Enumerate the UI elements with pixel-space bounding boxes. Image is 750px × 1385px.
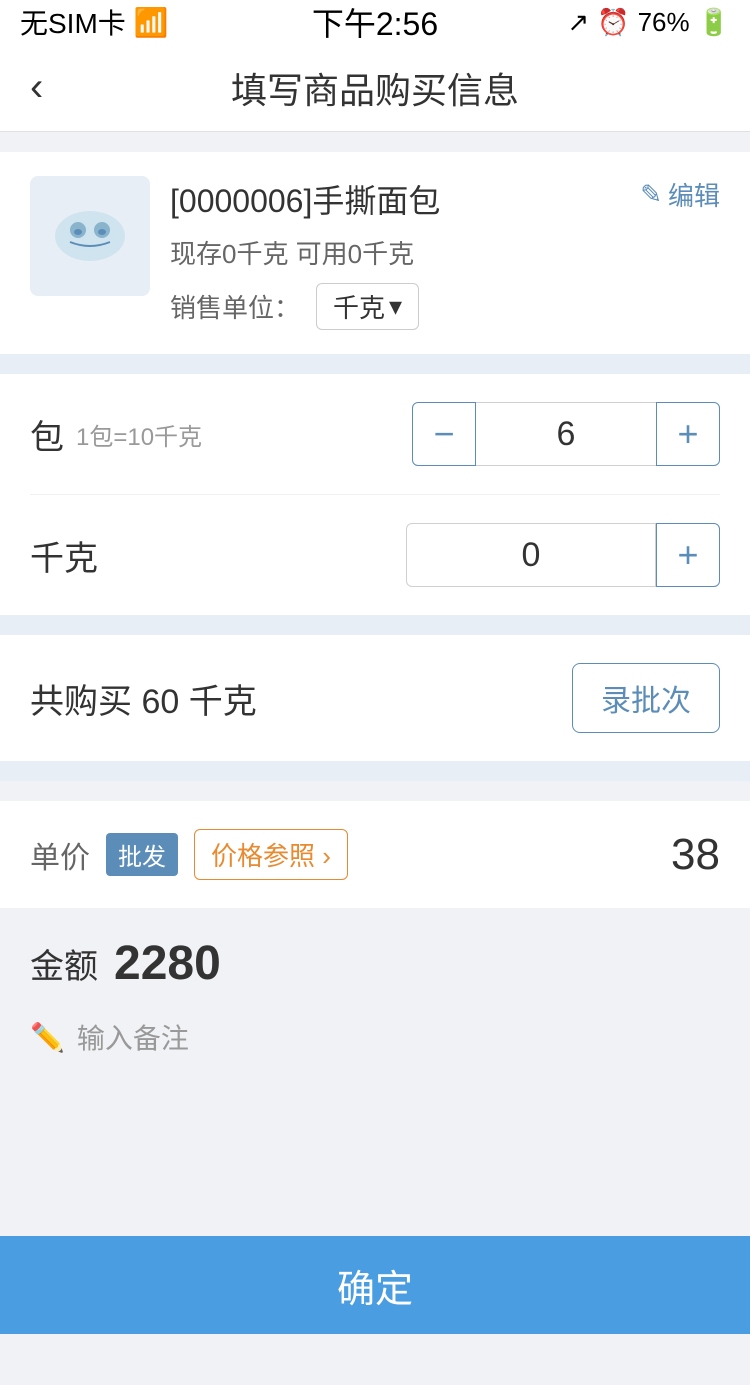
edit-button[interactable]: ✎ 编辑	[640, 176, 720, 213]
amount-label: 金额	[30, 939, 98, 988]
battery-text: 76%	[638, 7, 690, 38]
pack-label: 包	[30, 410, 64, 459]
kg-label: 千克	[30, 531, 98, 580]
carrier-text: 无SIM卡	[20, 2, 126, 42]
pack-input-row: 包 1包=10千克 − +	[30, 374, 720, 495]
total-text: 共购买 60 千克	[30, 674, 257, 723]
price-tag: 批发	[106, 833, 178, 876]
kg-stepper: +	[406, 523, 720, 587]
status-left: 无SIM卡 📶	[20, 2, 169, 42]
status-right: ↗ ⏰ 76% 🔋	[567, 7, 730, 38]
price-label: 单价	[30, 833, 90, 877]
pack-value-input[interactable]	[476, 402, 656, 466]
nav-title: 填写商品购买信息	[231, 62, 519, 114]
product-name: [0000006]手撕面包	[170, 176, 720, 222]
bottom-area	[0, 1085, 750, 1385]
kg-plus-button[interactable]: +	[656, 523, 720, 587]
pack-minus-button[interactable]: −	[412, 402, 476, 466]
product-card: [0000006]手撕面包 现存0千克 可用0千克 销售单位： 千克 ▾ ✎ 编…	[0, 152, 750, 354]
divider-1	[0, 354, 750, 374]
amount-row: 金额 2280	[30, 936, 720, 991]
unit-value: 千克	[333, 288, 385, 325]
note-placeholder: 输入备注	[77, 1017, 189, 1057]
battery-icon: 🔋	[698, 7, 730, 38]
amount-section: 金额 2280 ✏️ 输入备注	[0, 908, 750, 1085]
wifi-icon: 📶	[134, 6, 169, 39]
pack-plus-button[interactable]: +	[656, 402, 720, 466]
product-unit-row: 销售单位： 千克 ▾	[170, 283, 720, 330]
amount-value: 2280	[114, 936, 221, 991]
pack-input-section: 包 1包=10千克 − + 千克 +	[0, 374, 750, 615]
pack-hint: 1包=10千克	[76, 417, 412, 452]
divider-2	[0, 615, 750, 635]
edit-label: 编辑	[668, 176, 720, 213]
pack-stepper: − +	[412, 402, 720, 466]
kg-value-input[interactable]	[406, 523, 656, 587]
back-button[interactable]: ‹	[30, 65, 43, 110]
confirm-button[interactable]: 确定	[0, 1236, 750, 1334]
kg-input-row: 千克 +	[30, 495, 720, 615]
edit-icon: ✎	[640, 179, 662, 210]
pencil-icon: ✏️	[30, 1021, 65, 1054]
alarm-icon: ⏰	[597, 7, 629, 38]
location-icon: ↗	[567, 7, 589, 38]
total-section: 共购买 60 千克 录批次	[0, 635, 750, 761]
divider-3	[0, 761, 750, 781]
price-section: 单价 批发 价格参照 › 38	[0, 801, 750, 908]
price-ref-button[interactable]: 价格参照 ›	[194, 829, 348, 880]
nav-bar: ‹ 填写商品购买信息	[0, 44, 750, 132]
price-value: 38	[671, 830, 720, 880]
product-stock: 现存0千克 可用0千克	[170, 234, 720, 271]
unit-label: 销售单位：	[170, 288, 300, 325]
status-time: 下午2:56	[312, 0, 438, 45]
batch-button[interactable]: 录批次	[572, 663, 720, 733]
unit-select[interactable]: 千克 ▾	[316, 283, 419, 330]
note-row[interactable]: ✏️ 输入备注	[30, 1007, 720, 1085]
product-image	[30, 176, 150, 296]
unit-arrow-icon: ▾	[389, 291, 402, 322]
product-info: [0000006]手撕面包 现存0千克 可用0千克 销售单位： 千克 ▾	[170, 176, 720, 330]
status-bar: 无SIM卡 📶 下午2:56 ↗ ⏰ 76% 🔋	[0, 0, 750, 44]
